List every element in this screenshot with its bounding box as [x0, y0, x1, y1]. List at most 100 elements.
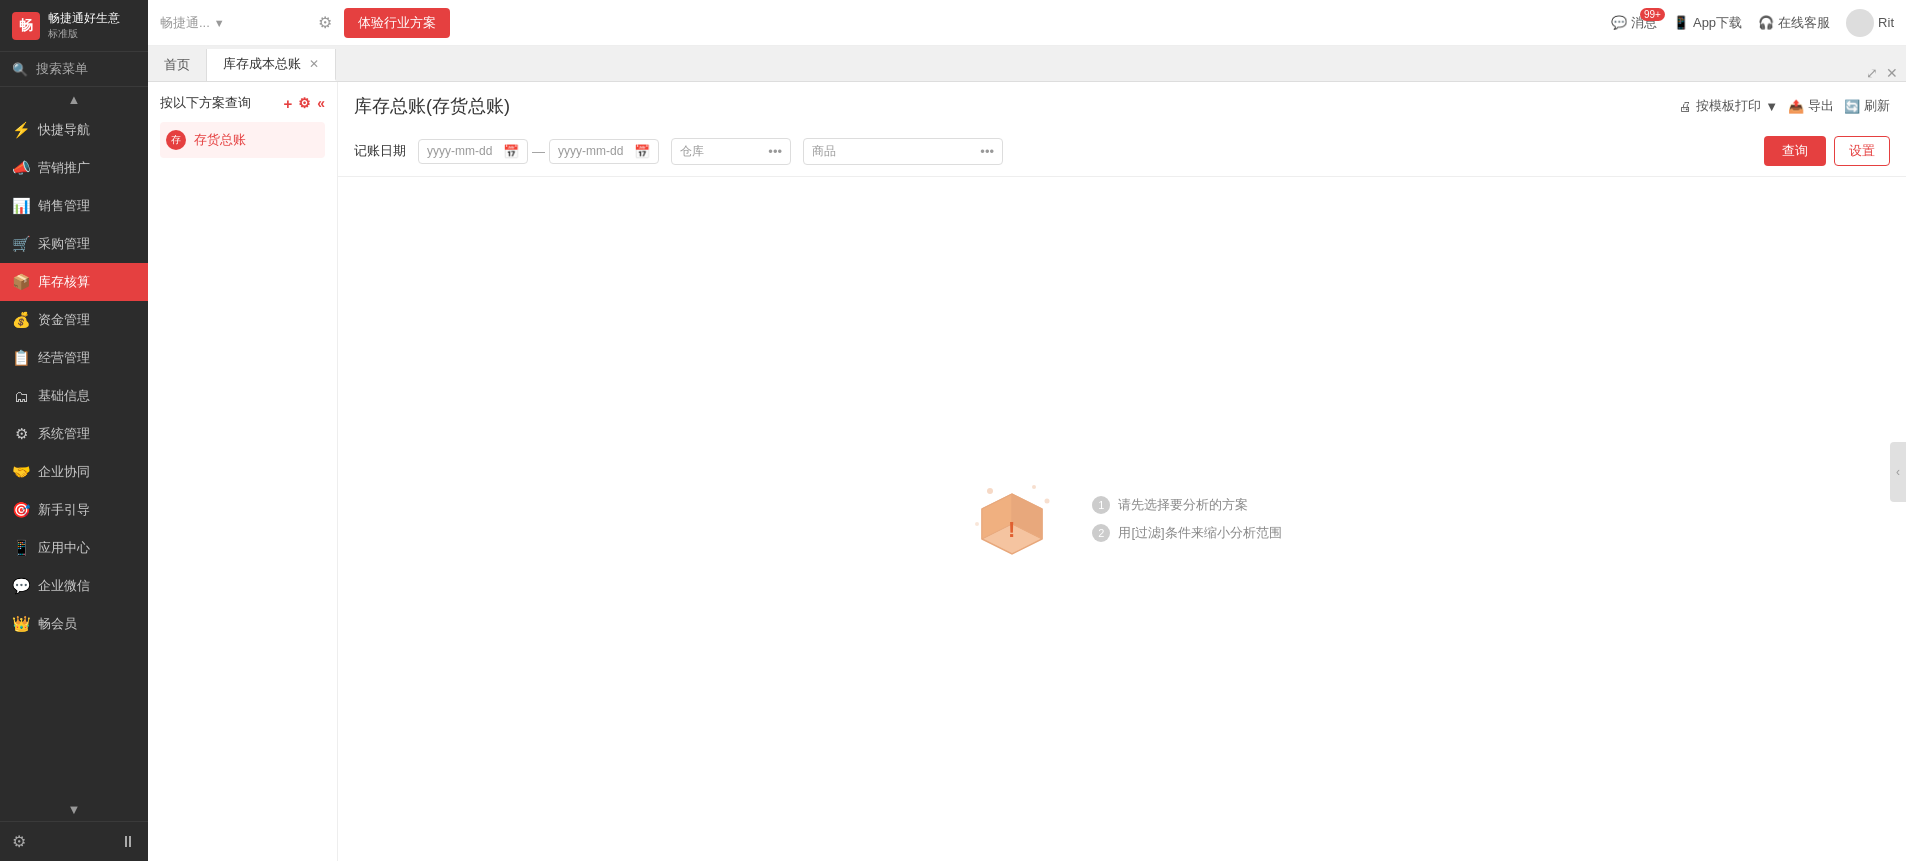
breadcrumb-text: 畅捷通... — [160, 14, 210, 32]
app-center-icon: 📱 — [12, 539, 30, 557]
setting-button[interactable]: 设置 — [1834, 136, 1890, 166]
sidebar-item-marketing[interactable]: 📣 营销推广 — [0, 149, 148, 187]
date-from-placeholder: yyyy-mm-dd — [427, 144, 492, 158]
sidebar-item-sales[interactable]: 📊 销售管理 — [0, 187, 148, 225]
sidebar-item-app-center[interactable]: 📱 应用中心 — [0, 529, 148, 567]
sidebar-item-system[interactable]: ⚙ 系统管理 — [0, 415, 148, 453]
sidebar-item-label: 快捷导航 — [38, 121, 90, 139]
topbar-right: 💬 消息 99+ 📱 App下载 🎧 在线客服 Rit — [1611, 9, 1894, 37]
message-badge: 99+ — [1640, 8, 1665, 21]
headset-icon: 🎧 — [1758, 15, 1774, 30]
sidebar-item-wechat[interactable]: 💬 企业微信 — [0, 567, 148, 605]
tab-inventory-ledger[interactable]: 库存成本总账 ✕ — [207, 49, 336, 81]
avatar — [1846, 9, 1874, 37]
sidebar-item-operations[interactable]: 📋 经营管理 — [0, 339, 148, 377]
sidebar-item-purchase[interactable]: 🛒 采购管理 — [0, 225, 148, 263]
tab-home[interactable]: 首页 — [148, 49, 207, 81]
tip-text-2: 用[过滤]条件来缩小分析范围 — [1118, 524, 1281, 542]
filter-panel-header: 按以下方案查询 + ⚙ « — [160, 94, 325, 112]
sidebar-item-label: 经营管理 — [38, 349, 90, 367]
system-icon: ⚙ — [12, 425, 30, 443]
message-icon: 💬 — [1611, 15, 1627, 30]
refresh-icon: 🔄 — [1844, 99, 1860, 114]
sidebar-item-label: 企业协同 — [38, 463, 90, 481]
tab-close-all-icon[interactable]: ✕ — [1886, 65, 1898, 81]
sidebar-item-guide[interactable]: 🎯 新手引导 — [0, 491, 148, 529]
export-icon: 📤 — [1788, 99, 1804, 114]
tab-inventory-ledger-label: 库存成本总账 — [223, 55, 301, 73]
collapse-filter-icon[interactable]: « — [317, 95, 325, 111]
search-icon: 🔍 — [12, 62, 28, 77]
sidebar-item-label: 企业微信 — [38, 577, 90, 595]
finance-icon: 💰 — [12, 311, 30, 329]
sidebar-item-basic[interactable]: 🗂 基础信息 — [0, 377, 148, 415]
sidebar-item-label: 资金管理 — [38, 311, 90, 329]
tab-expand-icon[interactable]: ⤢ — [1866, 65, 1878, 81]
svg-point-5 — [1032, 485, 1036, 489]
member-icon: 👑 — [12, 615, 30, 633]
date-from-input[interactable]: yyyy-mm-dd 📅 — [418, 139, 528, 164]
date-to-input[interactable]: yyyy-mm-dd 📅 — [549, 139, 659, 164]
date-separator: — — [532, 144, 545, 159]
tab-home-label: 首页 — [164, 56, 190, 74]
scroll-down-arrow[interactable]: ▼ — [0, 797, 148, 821]
svg-point-4 — [987, 488, 993, 494]
print-action[interactable]: 🖨 按模板打印 ▼ — [1679, 97, 1778, 115]
tip-text-1: 请先选择要分析的方案 — [1118, 496, 1248, 514]
export-label: 导出 — [1808, 97, 1834, 115]
sidebar-item-label: 营销推广 — [38, 159, 90, 177]
quick-nav-icon: ⚡ — [12, 121, 30, 139]
filter-panel-title: 按以下方案查询 — [160, 94, 251, 112]
filter-item-label: 存货总账 — [194, 131, 246, 149]
sidebar-item-label: 采购管理 — [38, 235, 90, 253]
print-label: 按模板打印 — [1696, 97, 1761, 115]
manage-filter-icon[interactable]: ⚙ — [298, 95, 311, 111]
content-area: 按以下方案查询 + ⚙ « 存 存货总账 库存总账(存货总账) — [148, 82, 1906, 861]
scheme-button[interactable]: 体验行业方案 — [344, 8, 450, 38]
refresh-action[interactable]: 🔄 刷新 — [1844, 97, 1890, 115]
goods-placeholder: 商品 — [812, 143, 836, 160]
phone-icon: 📱 — [1673, 15, 1689, 30]
filter-item-inventory-ledger[interactable]: 存 存货总账 — [160, 122, 325, 158]
sidebar-item-finance[interactable]: 💰 资金管理 — [0, 301, 148, 339]
sidebar-item-inventory[interactable]: 📦 库存核算 — [0, 263, 148, 301]
inventory-icon: 📦 — [12, 273, 30, 291]
gear-icon[interactable]: ⚙ — [318, 13, 332, 32]
refresh-label: 刷新 — [1864, 97, 1890, 115]
user-name: Rit — [1878, 15, 1894, 30]
topbar: 畅捷通... ▼ ⚙ 体验行业方案 💬 消息 99+ 📱 App下载 🎧 在线客… — [148, 0, 1906, 46]
filter-panel: 按以下方案查询 + ⚙ « 存 存货总账 — [148, 82, 338, 861]
page-header-actions: 🖨 按模板打印 ▼ 📤 导出 🔄 刷新 — [1679, 97, 1890, 115]
scroll-up-arrow[interactable]: ▲ — [0, 87, 148, 111]
user-info[interactable]: Rit — [1846, 9, 1894, 37]
message-item[interactable]: 💬 消息 99+ — [1611, 14, 1657, 32]
sidebar-item-cooperation[interactable]: 🤝 企业协同 — [0, 453, 148, 491]
page-title: 库存总账(存货总账) — [354, 94, 510, 118]
breadcrumb: 畅捷通... ▼ — [160, 14, 310, 32]
settings-footer-icon[interactable]: ⚙ — [12, 832, 26, 851]
calendar-from-icon: 📅 — [503, 144, 519, 159]
sidebar-search-item[interactable]: 🔍 搜索菜单 — [0, 52, 148, 87]
right-panel-toggle[interactable]: ‹ — [1890, 442, 1906, 502]
logo-text: 畅捷通好生意 标准版 — [48, 10, 120, 41]
app-download-label: App下载 — [1693, 14, 1742, 32]
collapse-icon[interactable]: ⏸ — [120, 833, 136, 851]
export-action[interactable]: 📤 导出 — [1788, 97, 1834, 115]
filter-row: 记账日期 yyyy-mm-dd 📅 — yyyy-mm-dd 📅 — [354, 128, 1890, 176]
purchase-icon: 🛒 — [12, 235, 30, 253]
sidebar-item-member[interactable]: 👑 畅会员 — [0, 605, 148, 643]
tab-close-icon[interactable]: ✕ — [309, 57, 319, 71]
sidebar-item-label: 畅会员 — [38, 615, 77, 633]
sidebar-nav: ⚡ 快捷导航 📣 营销推广 📊 销售管理 🛒 采购管理 📦 库存核算 💰 资金管… — [0, 111, 148, 797]
add-filter-icon[interactable]: + — [283, 95, 292, 112]
query-button[interactable]: 查询 — [1764, 136, 1826, 166]
operations-icon: 📋 — [12, 349, 30, 367]
goods-select[interactable]: 商品 ••• — [803, 138, 1003, 165]
warehouse-more-icon: ••• — [768, 144, 782, 159]
tip-num-1: 1 — [1092, 496, 1110, 514]
app-download-item[interactable]: 📱 App下载 — [1673, 14, 1742, 32]
online-service-item[interactable]: 🎧 在线客服 — [1758, 14, 1830, 32]
warehouse-select[interactable]: 仓库 ••• — [671, 138, 791, 165]
sidebar-item-label: 新手引导 — [38, 501, 90, 519]
sidebar-item-quick-nav[interactable]: ⚡ 快捷导航 — [0, 111, 148, 149]
